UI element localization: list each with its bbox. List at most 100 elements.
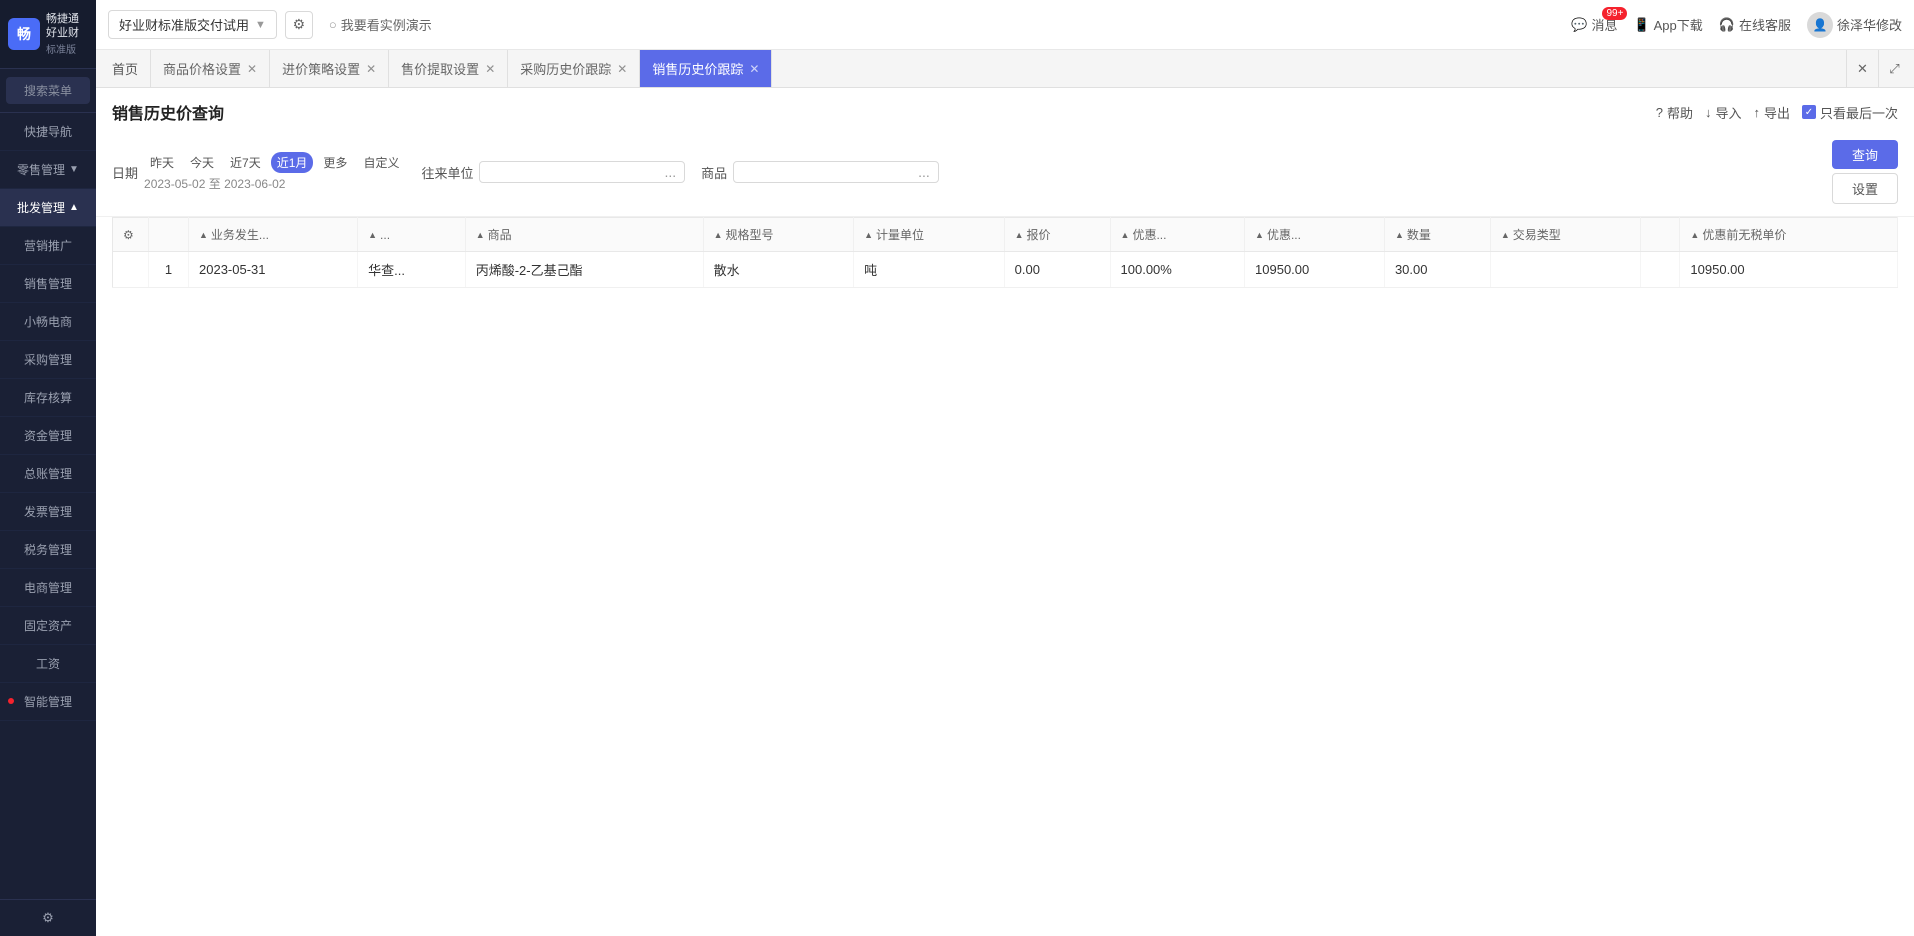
sidebar-item-payroll[interactable]: 工资 [0, 645, 96, 683]
demo-button[interactable]: ○ 我要看实例演示 [329, 15, 432, 34]
col-business-date[interactable]: ▲ 业务发生... [189, 218, 358, 252]
data-table: ⚙ ▲ 业务发生... ▲ ... [112, 217, 1898, 288]
tab-label: 首页 [112, 59, 138, 78]
last-once-checkbox[interactable]: 只看最后一次 [1802, 103, 1898, 122]
gear-icon[interactable]: ⚙ [123, 228, 134, 242]
sidebar-item-label: 销售管理 [24, 277, 72, 291]
col-product[interactable]: ▲ 商品 [465, 218, 703, 252]
query-button[interactable]: 查询 [1832, 140, 1898, 169]
col-discount1[interactable]: ▲ 优惠... [1110, 218, 1245, 252]
sidebar-item-inventory[interactable]: 库存核算 [0, 379, 96, 417]
tab-home[interactable]: 首页 [100, 50, 151, 88]
sidebar-search-button[interactable]: 搜索菜单 [6, 77, 90, 104]
close-icon[interactable]: ✕ [749, 62, 759, 76]
sidebar-item-tax[interactable]: 税务管理 [0, 531, 96, 569]
sidebar-item-funds[interactable]: 资金管理 [0, 417, 96, 455]
col-trans-type[interactable]: ▲ 交易类型 [1490, 218, 1641, 252]
sidebar-item-fixed-assets[interactable]: 固定资产 [0, 607, 96, 645]
close-icon[interactable]: ✕ [617, 62, 627, 76]
close-icon[interactable]: ✕ [485, 62, 495, 76]
sort-asc-icon: ▲ [1015, 230, 1024, 240]
filter-buttons: 查询 设置 [1832, 140, 1898, 204]
app-download-button[interactable]: 📱 App下载 [1633, 15, 1702, 34]
page-actions: ? 帮助 ↓ 导入 ↑ 导出 只看最后一次 [1656, 103, 1898, 122]
page-title: 销售历史价查询 [112, 100, 224, 124]
col-label: 优惠... [1267, 226, 1301, 243]
col-pretax-price[interactable]: ▲ 优惠前无税单价 [1680, 218, 1898, 252]
logo-icon: 畅 [8, 18, 40, 50]
product-input[interactable] [742, 165, 918, 180]
close-icon[interactable]: ✕ [247, 62, 257, 76]
tab-sell-price[interactable]: 售价提取设置 ✕ [389, 50, 508, 88]
tab-purchase-history[interactable]: 采购历史价跟踪 ✕ [508, 50, 640, 88]
col-unit[interactable]: ▲ 计量单位 [854, 218, 1005, 252]
tab-sales-history[interactable]: 销售历史价跟踪 ✕ [640, 50, 772, 88]
topbar-gear-button[interactable]: ⚙ [285, 11, 313, 39]
col-label: 数量 [1407, 226, 1431, 243]
sidebar-item-marketing[interactable]: 营销推广 [0, 227, 96, 265]
sidebar-item-invoice[interactable]: 发票管理 [0, 493, 96, 531]
import-icon: ↓ [1705, 105, 1712, 120]
tab-price[interactable]: 商品价格设置 ✕ [151, 50, 270, 88]
online-service-button[interactable]: 🎧 在线客服 [1719, 15, 1791, 34]
col-qty[interactable]: ▲ 数量 [1384, 218, 1490, 252]
source-unit-input[interactable] [488, 165, 664, 180]
col-more[interactable]: ▲ ... [358, 218, 466, 252]
sidebar-item-smart[interactable]: 智能管理 [0, 683, 96, 721]
export-button[interactable]: ↑ 导出 [1753, 103, 1790, 122]
col-discount2[interactable]: ▲ 优惠... [1245, 218, 1385, 252]
filter-row: 日期 昨天 今天 近7天 近1月 更多 自定义 2023-05-02 至 202… [112, 140, 1898, 204]
col-label: ... [380, 228, 390, 242]
message-badge: 99+ [1602, 7, 1627, 20]
notification-dot [8, 698, 14, 704]
date-chip-more[interactable]: 更多 [317, 152, 353, 173]
sidebar-settings-button[interactable]: ⚙ [0, 899, 96, 936]
product-label: 商品 [701, 163, 727, 182]
col-quote[interactable]: ▲ 报价 [1004, 218, 1110, 252]
company-selector[interactable]: 好业财标准版交付试用 ▼ [108, 10, 277, 39]
close-icon[interactable]: ✕ [366, 62, 376, 76]
date-chip-yesterday[interactable]: 昨天 [144, 152, 180, 173]
gear-icon: ⚙ [293, 16, 306, 33]
tab-purchase-strategy[interactable]: 进价策略设置 ✕ [270, 50, 389, 88]
sort-asc-icon: ▲ [1690, 230, 1699, 240]
demo-label: 我要看实例演示 [341, 15, 432, 34]
sidebar-item-wholesale[interactable]: 批发管理 ▲ [0, 189, 96, 227]
help-icon: ? [1656, 105, 1663, 120]
sidebar-item-label: 营销推广 [24, 239, 72, 253]
app-label: App下载 [1654, 15, 1703, 34]
close-tab-button[interactable]: ✕ [1846, 50, 1878, 88]
col-label: 业务发生... [211, 226, 269, 243]
table-header-row: ⚙ ▲ 业务发生... ▲ ... [113, 218, 1898, 252]
date-chip-1month[interactable]: 近1月 [271, 152, 314, 173]
user-menu[interactable]: 👤 徐泽华修改 [1807, 12, 1902, 38]
sidebar-item-xiaochange[interactable]: 小畅电商 [0, 303, 96, 341]
date-chip-today[interactable]: 今天 [184, 152, 220, 173]
demo-icon: ○ [329, 17, 337, 32]
col-spec[interactable]: ▲ 规格型号 [703, 218, 854, 252]
sidebar-item-label: 资金管理 [24, 429, 72, 443]
sidebar-logo: 畅 畅捷通好业财 标准版 [0, 0, 96, 69]
import-button[interactable]: ↓ 导入 [1705, 103, 1742, 122]
tab-label: 进价策略设置 [282, 59, 360, 78]
date-chip-7days[interactable]: 近7天 [224, 152, 267, 173]
sidebar-item-general-ledger[interactable]: 总账管理 [0, 455, 96, 493]
product-dots[interactable]: ... [918, 164, 930, 180]
source-unit-dots[interactable]: ... [664, 164, 676, 180]
date-chip-custom[interactable]: 自定义 [357, 152, 405, 173]
expand-button[interactable]: ⤢ [1878, 50, 1910, 88]
col-label: 交易类型 [1513, 226, 1561, 243]
source-unit-filter-group: 往来单位 ... [421, 161, 685, 183]
settings-button[interactable]: 设置 [1832, 173, 1898, 204]
sidebar-item-sales[interactable]: 销售管理 [0, 265, 96, 303]
col-label: 规格型号 [725, 226, 773, 243]
sidebar-item-quick-nav[interactable]: 快捷导航 [0, 113, 96, 151]
sidebar-item-ecommerce[interactable]: 电商管理 [0, 569, 96, 607]
sidebar-item-purchase[interactable]: 采购管理 [0, 341, 96, 379]
message-button[interactable]: 💬 消息 99+ [1571, 15, 1617, 34]
sidebar-item-retail[interactable]: 零售管理 ▼ [0, 151, 96, 189]
sort-asc-icon: ▲ [1255, 230, 1264, 240]
sidebar-item-label: 工资 [36, 657, 60, 671]
row-spec-cell: 散水 [703, 252, 854, 288]
help-button[interactable]: ? 帮助 [1656, 103, 1693, 122]
